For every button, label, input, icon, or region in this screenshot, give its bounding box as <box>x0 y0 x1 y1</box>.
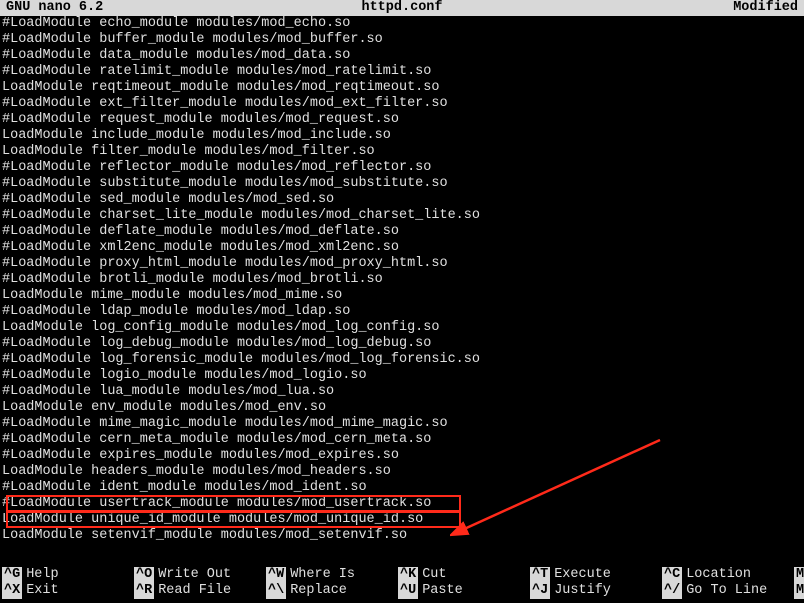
shortcut-key: ^C <box>662 567 682 583</box>
shortcut-key: ^R <box>134 583 154 599</box>
editor-line[interactable]: #LoadModule log_debug_module modules/mod… <box>2 336 804 352</box>
editor-line[interactable]: #LoadModule log_forensic_module modules/… <box>2 352 804 368</box>
editor-line[interactable]: #LoadModule lua_module modules/mod_lua.s… <box>2 384 804 400</box>
shortcut-undo[interactable]: M-UUndo <box>794 567 804 583</box>
shortcut-location[interactable]: ^CLocation <box>662 567 782 583</box>
shortcut-label: Execute <box>554 567 611 583</box>
editor-line[interactable]: #LoadModule ident_module modules/mod_ide… <box>2 480 804 496</box>
editor-line[interactable]: #LoadModule ratelimit_module modules/mod… <box>2 64 804 80</box>
editor-line[interactable]: #LoadModule logio_module modules/mod_log… <box>2 368 804 384</box>
shortcut-key: ^X <box>2 583 22 599</box>
shortcut-cut[interactable]: ^KCut <box>398 567 518 583</box>
file-status: Modified <box>534 0 798 16</box>
shortcut-go-to-line[interactable]: ^/Go To Line <box>662 583 782 599</box>
editor-line[interactable]: #LoadModule data_module modules/mod_data… <box>2 48 804 64</box>
editor-line[interactable]: #LoadModule expires_module modules/mod_e… <box>2 448 804 464</box>
editor-line[interactable]: LoadModule unique_id_module modules/mod_… <box>2 512 804 528</box>
shortcut-help[interactable]: ^GHelp <box>2 567 122 583</box>
editor-line[interactable]: LoadModule reqtimeout_module modules/mod… <box>2 80 804 96</box>
editor-line[interactable]: #LoadModule mime_magic_module modules/mo… <box>2 416 804 432</box>
editor-line[interactable]: #LoadModule request_module modules/mod_r… <box>2 112 804 128</box>
editor-line[interactable]: #LoadModule reflector_module modules/mod… <box>2 160 804 176</box>
editor-line[interactable]: LoadModule setenvif_module modules/mod_s… <box>2 528 804 544</box>
editor-line[interactable]: LoadModule headers_module modules/mod_he… <box>2 464 804 480</box>
shortcut-label: Where Is <box>290 567 355 583</box>
editor-line[interactable]: #LoadModule substitute_module modules/mo… <box>2 176 804 192</box>
shortcut-key: ^\ <box>266 583 286 599</box>
shortcut-row-1: ^GHelp ^OWrite Out ^WWhere Is ^KCut ^TExecut… <box>2 567 804 583</box>
editor-line[interactable]: #LoadModule charset_lite_module modules/… <box>2 208 804 224</box>
shortcut-row-2: ^XExit ^RRead File ^\Replace ^UPaste ^JJusti… <box>2 583 804 599</box>
shortcut-key: M-E <box>794 583 804 599</box>
editor-line[interactable]: LoadModule log_config_module modules/mod… <box>2 320 804 336</box>
editor-line[interactable]: #LoadModule ldap_module modules/mod_ldap… <box>2 304 804 320</box>
shortcut-read-file[interactable]: ^RRead File <box>134 583 254 599</box>
editor-line[interactable]: LoadModule mime_module modules/mod_mime.… <box>2 288 804 304</box>
shortcut-key: ^W <box>266 567 286 583</box>
app-name: GNU nano 6.2 <box>6 0 270 16</box>
shortcut-label: Read File <box>158 583 231 599</box>
editor-line[interactable]: #LoadModule sed_module modules/mod_sed.s… <box>2 192 804 208</box>
file-name: httpd.conf <box>270 0 534 16</box>
shortcut-execute[interactable]: ^TExecute <box>530 567 650 583</box>
shortcut-label: Write Out <box>158 567 231 583</box>
editor-line[interactable]: #LoadModule deflate_module modules/mod_d… <box>2 224 804 240</box>
shortcut-paste[interactable]: ^UPaste <box>398 583 518 599</box>
shortcut-key: M-U <box>794 567 804 583</box>
editor-line[interactable]: #LoadModule xml2enc_module modules/mod_x… <box>2 240 804 256</box>
shortcut-replace[interactable]: ^\Replace <box>266 583 386 599</box>
editor-line[interactable]: #LoadModule brotli_module modules/mod_br… <box>2 272 804 288</box>
shortcut-write-out[interactable]: ^OWrite Out <box>134 567 254 583</box>
title-bar: GNU nano 6.2 httpd.conf Modified <box>0 0 804 16</box>
editor-line[interactable]: #LoadModule echo_module modules/mod_echo… <box>2 16 804 32</box>
shortcut-where-is[interactable]: ^WWhere Is <box>266 567 386 583</box>
shortcut-justify[interactable]: ^JJustify <box>530 583 650 599</box>
shortcut-label: Replace <box>290 583 347 599</box>
shortcut-key: ^K <box>398 567 418 583</box>
shortcut-label: Go To Line <box>686 583 767 599</box>
shortcut-key: ^/ <box>662 583 682 599</box>
editor-line[interactable]: LoadModule include_module modules/mod_in… <box>2 128 804 144</box>
shortcut-bar: ^GHelp ^OWrite Out ^WWhere Is ^KCut ^TExecut… <box>0 567 804 599</box>
shortcut-label: Location <box>686 567 751 583</box>
editor-line[interactable]: #LoadModule proxy_html_module modules/mo… <box>2 256 804 272</box>
shortcut-key: ^O <box>134 567 154 583</box>
shortcut-key: ^J <box>530 583 550 599</box>
shortcut-exit[interactable]: ^XExit <box>2 583 122 599</box>
editor-line[interactable]: LoadModule env_module modules/mod_env.so <box>2 400 804 416</box>
editor-line[interactable]: #LoadModule cern_meta_module modules/mod… <box>2 432 804 448</box>
shortcut-label: Help <box>26 567 58 583</box>
shortcut-label: Cut <box>422 567 446 583</box>
shortcut-redo[interactable]: M-ERedo <box>794 583 804 599</box>
shortcut-label: Exit <box>26 583 58 599</box>
editor-line[interactable]: #LoadModule ext_filter_module modules/mo… <box>2 96 804 112</box>
editor-content[interactable]: #LoadModule echo_module modules/mod_echo… <box>0 16 804 544</box>
shortcut-label: Paste <box>422 583 463 599</box>
shortcut-key: ^U <box>398 583 418 599</box>
editor-line[interactable]: #LoadModule usertrack_module modules/mod… <box>2 496 804 512</box>
shortcut-key: ^T <box>530 567 550 583</box>
shortcut-label: Justify <box>554 583 611 599</box>
editor-line[interactable]: #LoadModule buffer_module modules/mod_bu… <box>2 32 804 48</box>
editor-line[interactable]: LoadModule filter_module modules/mod_fil… <box>2 144 804 160</box>
shortcut-key: ^G <box>2 567 22 583</box>
